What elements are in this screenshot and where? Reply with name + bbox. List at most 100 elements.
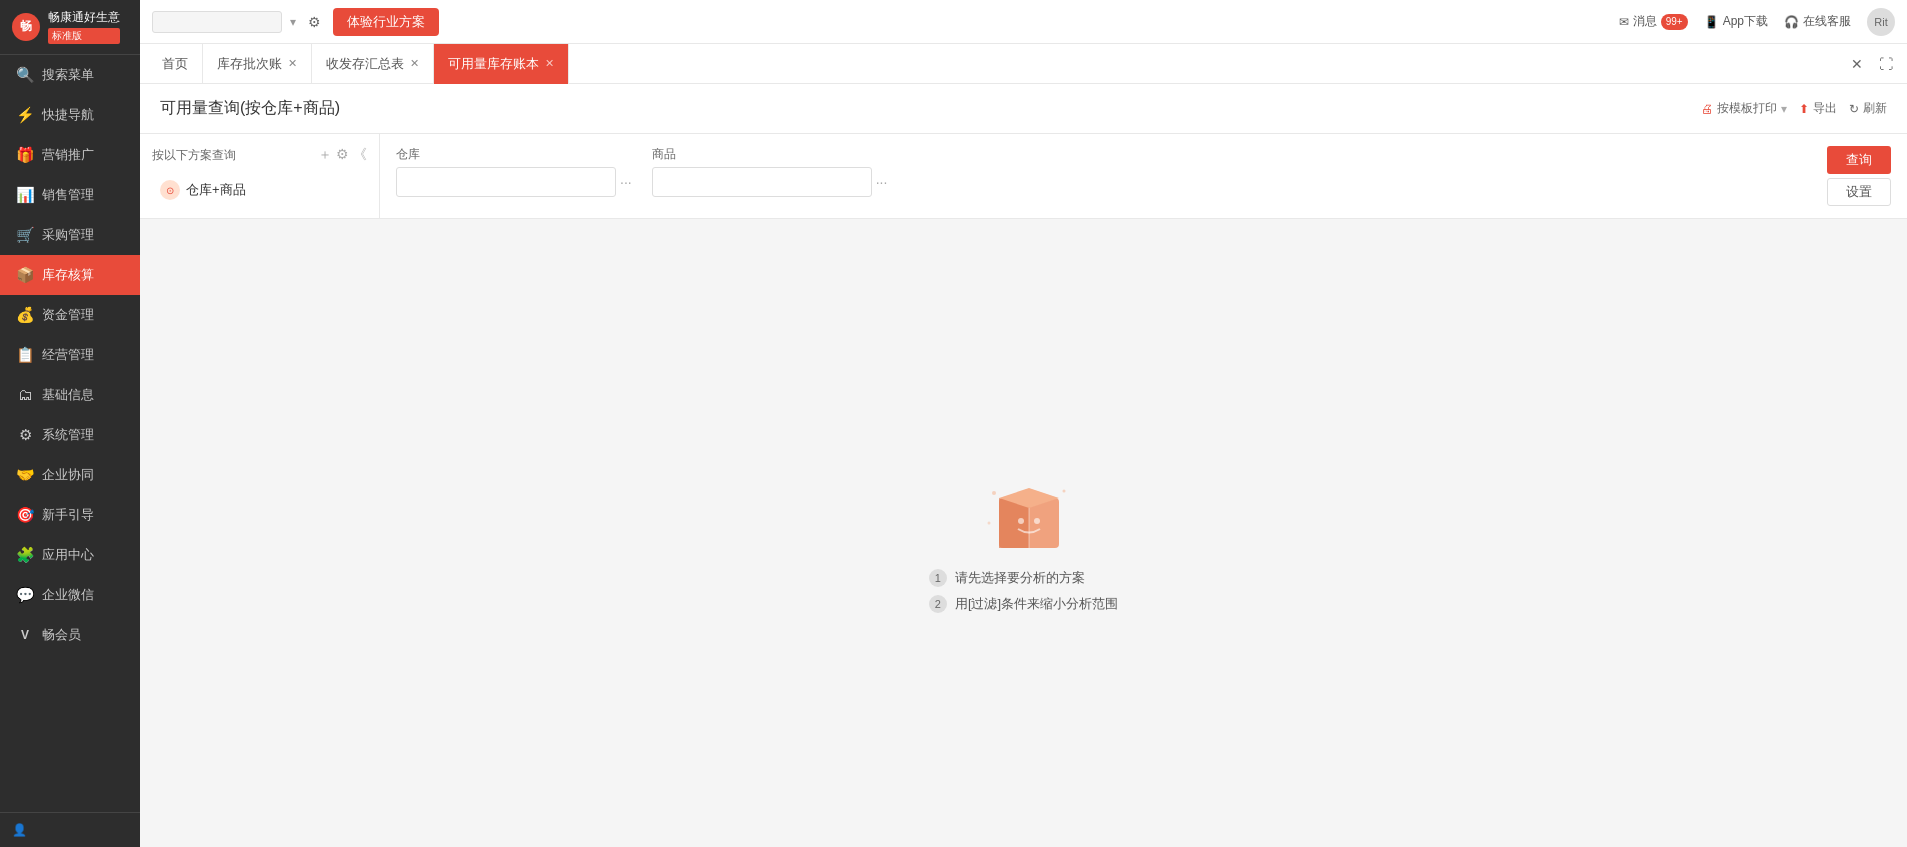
tab-available-ledger[interactable]: 可用量库存账本 ✕ [434,44,569,84]
goods-filter-group: 商品 ··· [652,146,888,197]
sidebar-item-wechat[interactable]: 💬 企业微信 [0,575,140,615]
finance-nav-icon: 💰 [16,306,34,324]
sidebar-item-label: 库存核算 [42,266,94,284]
edit-scheme-icon[interactable]: ⚙ [336,146,349,164]
tab-receipt-summary-close-icon[interactable]: ✕ [410,57,419,70]
warehouse-input-row: ··· [396,167,632,197]
query-panel: 按以下方案查询 ＋ ⚙ 《 ⊙ 仓库+商品 仓库 · [140,134,1907,219]
brand-name: 畅康通好生意 [48,10,120,26]
page-title: 可用量查询(按仓库+商品) [160,98,340,119]
tab-home[interactable]: 首页 [148,44,203,84]
hint-2-text: 用[过滤]条件来缩小分析范围 [955,595,1118,613]
operation-nav-icon: 📋 [16,346,34,364]
member-nav-icon: V [16,628,34,642]
topbar: ▾ ⚙ 体验行业方案 ✉ 消息 99+ 📱 App下载 🎧 在线客服 Rit [140,0,1907,44]
sidebar-item-operation[interactable]: 📋 经营管理 [0,335,140,375]
collapse-icon[interactable]: 《 [353,146,367,164]
headset-icon: 🎧 [1784,15,1799,29]
print-icon: 🖨 [1701,102,1713,116]
app-download-btn[interactable]: 📱 App下载 [1704,13,1768,30]
sidebar-item-apps[interactable]: 🧩 应用中心 [0,535,140,575]
topbar-search-input[interactable] [161,15,261,29]
empty-state: 1 请先选择要分析的方案 2 用[过滤]条件来缩小分析范围 [140,219,1907,847]
sidebar-item-shortcut[interactable]: ⚡ 快捷导航 [0,95,140,135]
main-area: ▾ ⚙ 体验行业方案 ✉ 消息 99+ 📱 App下载 🎧 在线客服 Rit [140,0,1907,847]
print-btn[interactable]: 🖨 按模板打印 ▾ [1701,100,1787,117]
hint-2-number: 2 [929,595,947,613]
sidebar: 畅 畅康通好生意 标准版 🔍 搜索菜单 ⚡ 快捷导航 🎁 营销推广 📊 销售管理… [0,0,140,847]
sidebar-item-label: 系统管理 [42,426,94,444]
warehouse-more-icon[interactable]: ··· [620,174,632,190]
sidebar-item-label: 销售管理 [42,186,94,204]
sidebar-item-label: 基础信息 [42,386,94,404]
message-badge: 99+ [1661,14,1688,30]
refresh-btn[interactable]: ↻ 刷新 [1849,100,1887,117]
svg-point-7 [1062,490,1065,493]
sidebar-item-label: 企业微信 [42,586,94,604]
user-area[interactable]: Rit [1867,8,1895,36]
sidebar-item-corp[interactable]: 🤝 企业协同 [0,455,140,495]
page-header: 可用量查询(按仓库+商品) 🖨 按模板打印 ▾ ⬆ 导出 ↻ 刷新 [140,84,1907,134]
scheme-icon: ⊙ [160,180,180,200]
tab-batch-account-close-icon[interactable]: ✕ [288,57,297,70]
query-section-title: 按以下方案查询 [152,147,236,164]
topbar-right: ✉ 消息 99+ 📱 App下载 🎧 在线客服 Rit [1619,8,1895,36]
query-option-warehouse-goods[interactable]: ⊙ 仓库+商品 [152,174,367,206]
sidebar-item-finance[interactable]: 💰 资金管理 [0,295,140,335]
sidebar-item-label: 资金管理 [42,306,94,324]
sidebar-item-member[interactable]: V 畅会员 [0,615,140,655]
query-button[interactable]: 查询 [1827,146,1891,174]
goods-input-row: ··· [652,167,888,197]
tab-close-window-icon[interactable]: ✕ [1845,52,1869,76]
sidebar-item-basic[interactable]: 🗂 基础信息 [0,375,140,415]
sidebar-item-label: 采购管理 [42,226,94,244]
export-btn[interactable]: ⬆ 导出 [1799,100,1837,117]
tab-batch-account-label: 库存批次账 [217,55,282,73]
query-left: 按以下方案查询 ＋ ⚙ 《 ⊙ 仓库+商品 [140,134,380,218]
sidebar-item-label: 营销推广 [42,146,94,164]
sidebar-item-system[interactable]: ⚙ 系统管理 [0,415,140,455]
goods-input[interactable] [652,167,872,197]
export-icon: ⬆ [1799,102,1809,116]
print-btn-label: 按模板打印 [1717,100,1777,117]
topbar-gear-icon[interactable]: ⚙ [304,10,325,34]
sidebar-item-inventory[interactable]: 📦 库存核算 [0,255,140,295]
sidebar-item-label: 搜索菜单 [42,66,94,84]
goods-more-icon[interactable]: ··· [876,174,888,190]
warehouse-input[interactable] [396,167,616,197]
warehouse-label: 仓库 [396,146,632,163]
empty-illustration [974,453,1074,553]
message-label: 消息 [1633,13,1657,30]
tab-batch-account[interactable]: 库存批次账 ✕ [203,44,312,84]
sidebar-item-label: 畅会员 [42,626,81,644]
hint-1-number: 1 [929,569,947,587]
online-service-btn[interactable]: 🎧 在线客服 [1784,13,1851,30]
tab-maximize-icon[interactable]: ⛶ [1873,52,1899,76]
message-btn[interactable]: ✉ 消息 99+ [1619,13,1688,30]
sidebar-item-sales[interactable]: 📊 销售管理 [0,175,140,215]
sidebar-item-search[interactable]: 🔍 搜索菜单 [0,55,140,95]
settings-button[interactable]: 设置 [1827,178,1891,206]
purchase-nav-icon: 🛒 [16,226,34,244]
basic-nav-icon: 🗂 [16,386,34,403]
sidebar-item-label: 快捷导航 [42,106,94,124]
topbar-search-box[interactable] [152,11,282,33]
sales-nav-icon: 📊 [16,186,34,204]
sidebar-item-label: 应用中心 [42,546,94,564]
page-header-actions: 🖨 按模板打印 ▾ ⬆ 导出 ↻ 刷新 [1701,100,1887,117]
query-option-label: 仓库+商品 [186,181,246,199]
topbar-chevron-icon[interactable]: ▾ [290,15,296,29]
tab-available-ledger-close-icon[interactable]: ✕ [545,57,554,70]
sidebar-item-newbie[interactable]: 🎯 新手引导 [0,495,140,535]
sidebar-item-label: 经营管理 [42,346,94,364]
marketing-nav-icon: 🎁 [16,146,34,164]
brand-tag: 标准版 [48,28,120,44]
trial-btn[interactable]: 体验行业方案 [333,8,439,36]
system-nav-icon: ⚙ [16,426,34,444]
add-scheme-icon[interactable]: ＋ [318,146,332,164]
tab-receipt-summary[interactable]: 收发存汇总表 ✕ [312,44,434,84]
sidebar-item-marketing[interactable]: 🎁 营销推广 [0,135,140,175]
sidebar-item-purchase[interactable]: 🛒 采购管理 [0,215,140,255]
hint-1-text: 请先选择要分析的方案 [955,569,1085,587]
content-area: 可用量查询(按仓库+商品) 🖨 按模板打印 ▾ ⬆ 导出 ↻ 刷新 [140,84,1907,847]
